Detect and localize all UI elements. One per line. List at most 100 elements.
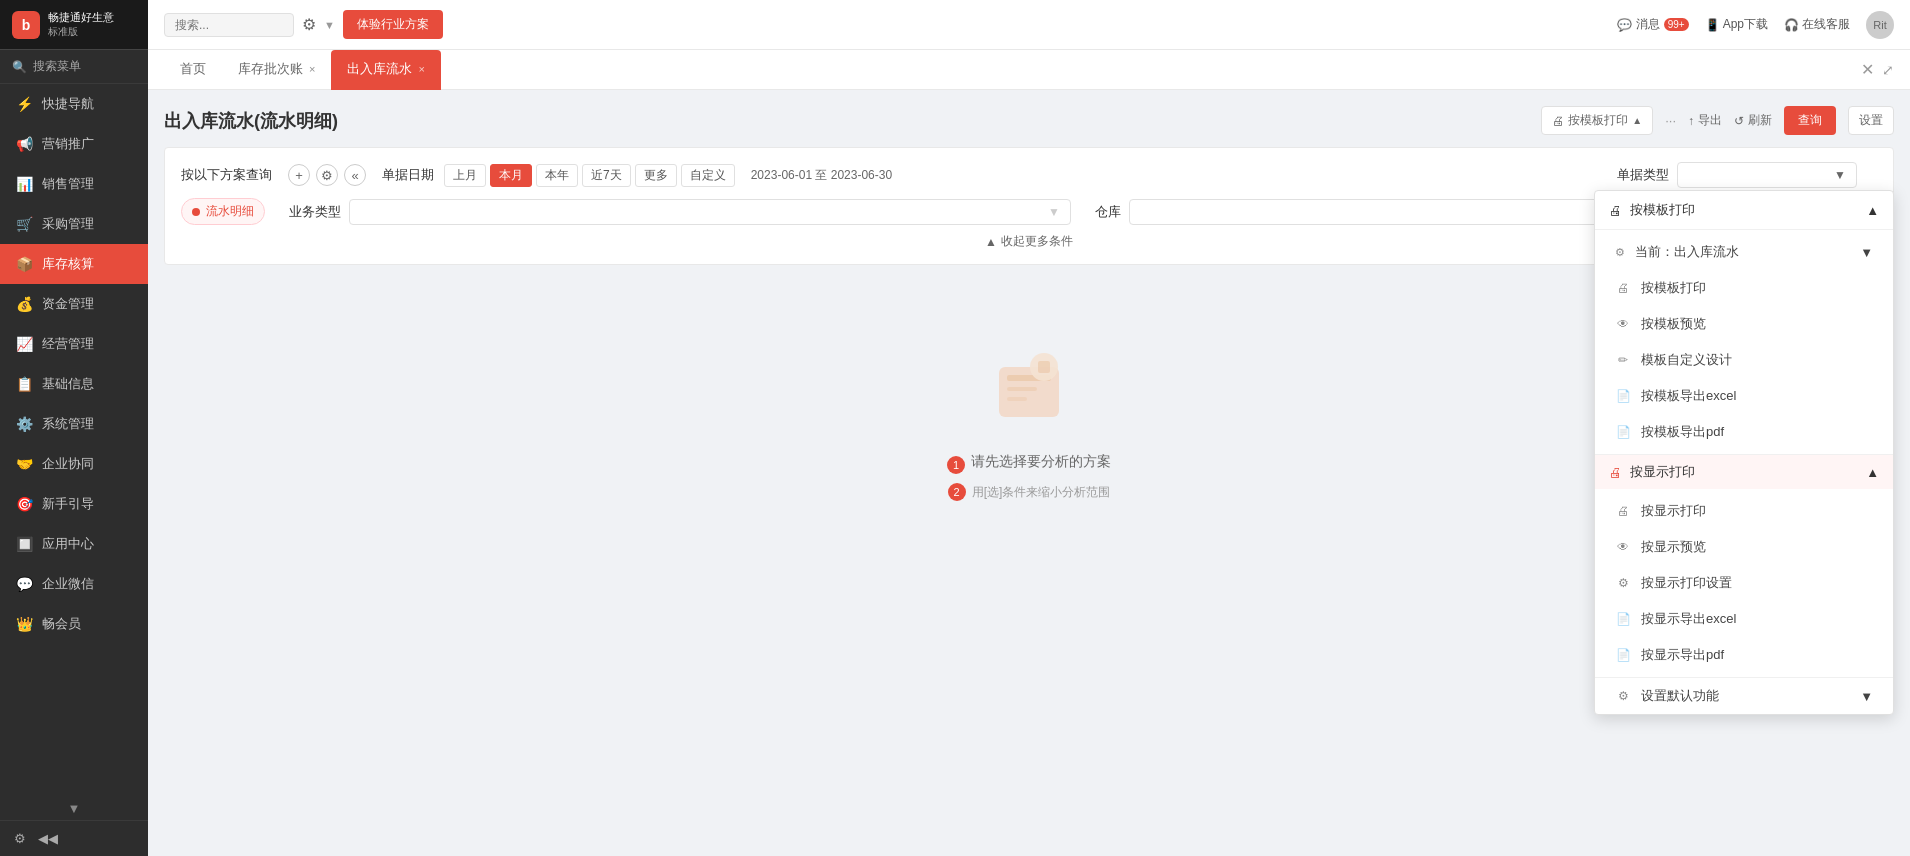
sidebar-item-marketing[interactable]: 📢 营销推广 xyxy=(0,124,148,164)
user-avatar[interactable]: Rit xyxy=(1866,11,1894,39)
sidebar-item-wechat[interactable]: 💬 企业微信 xyxy=(0,564,148,604)
customer-service-label: 在线客服 xyxy=(1802,16,1850,33)
sidebar-item-collab[interactable]: 🤝 企业协同 xyxy=(0,444,148,484)
svg-rect-2 xyxy=(1007,387,1037,391)
sidebar-item-finance[interactable]: 💰 资金管理 xyxy=(0,284,148,324)
settings-icon[interactable]: ⚙ xyxy=(14,831,26,846)
sidebar-search[interactable]: 🔍 搜索菜单 xyxy=(0,50,148,84)
sidebar-item-operations[interactable]: 📈 经营管理 xyxy=(0,324,148,364)
print-template-btn[interactable]: 🖨 按模板打印 ▲ xyxy=(1541,106,1653,135)
sidebar-item-sales[interactable]: 📊 销售管理 xyxy=(0,164,148,204)
tab-flow-close[interactable]: × xyxy=(418,63,424,75)
filter-collapse-btn[interactable]: « xyxy=(344,164,366,186)
sidebar-item-inventory[interactable]: 📦 库存核算 xyxy=(0,244,148,284)
sidebar-item-quick-nav[interactable]: ⚡ 快捷导航 xyxy=(0,84,148,124)
print-settings-display-label: 按显示打印设置 xyxy=(1641,574,1732,592)
filter-add-btn[interactable]: + xyxy=(288,164,310,186)
dropdown-preview-template[interactable]: 👁 按模板预览 xyxy=(1595,306,1893,342)
more-icon[interactable]: ··· xyxy=(1665,113,1676,128)
step2-num: 2 xyxy=(948,483,966,501)
warehouse-label: 仓库 xyxy=(1095,203,1121,221)
sidebar-item-basic[interactable]: 📋 基础信息 xyxy=(0,364,148,404)
dropdown-export-pdf-template[interactable]: 📄 按模板导出pdf xyxy=(1595,414,1893,450)
topbar-gear-icon[interactable]: ⚙ xyxy=(302,15,316,34)
sidebar-item-label: 基础信息 xyxy=(42,375,94,393)
tag-filter-label: 流水明细 xyxy=(206,203,254,220)
tab-batch-account-close[interactable]: × xyxy=(309,63,315,75)
tag-dot xyxy=(192,208,200,216)
dropdown-export-excel-display[interactable]: 📄 按显示导出excel xyxy=(1595,601,1893,637)
export-label: 导出 xyxy=(1698,112,1722,129)
export-btn[interactable]: ↑ 导出 xyxy=(1688,112,1722,129)
sidebar-item-purchase[interactable]: 🛒 采购管理 xyxy=(0,204,148,244)
dropdown-header[interactable]: 🖨 按模板打印 ▲ xyxy=(1595,191,1893,230)
customer-service-btn[interactable]: 🎧 在线客服 xyxy=(1784,16,1850,33)
export-pdf-template-label: 按模板导出pdf xyxy=(1641,423,1724,441)
eye-icon: 👁 xyxy=(1615,316,1631,332)
collapse-icon[interactable]: ◀◀ xyxy=(38,831,58,846)
dropdown-current-label: 当前：出入库流水 xyxy=(1635,243,1739,261)
refresh-btn[interactable]: ↺ 刷新 xyxy=(1734,112,1772,129)
date-btn-this-year[interactable]: 本年 xyxy=(536,164,578,187)
collab-icon: 🤝 xyxy=(14,456,34,472)
sidebar-item-vip[interactable]: 👑 畅会员 xyxy=(0,604,148,644)
app-download-label: App下载 xyxy=(1723,16,1768,33)
empty-step1: 1 请先选择要分析的方案 xyxy=(947,453,1111,477)
sidebar-item-apps[interactable]: 🔲 应用中心 xyxy=(0,524,148,564)
tab-batch-account[interactable]: 库存批次账 × xyxy=(222,50,331,90)
vip-icon: 👑 xyxy=(14,616,34,632)
date-btn-7days[interactable]: 近7天 xyxy=(582,164,631,187)
filter-settings-btn[interactable]: ⚙ xyxy=(316,164,338,186)
dropdown-custom-design[interactable]: ✏ 模板自定义设计 xyxy=(1595,342,1893,378)
sidebar-item-guide[interactable]: 🎯 新手引导 xyxy=(0,484,148,524)
dropdown-export-pdf-display[interactable]: 📄 按显示导出pdf xyxy=(1595,637,1893,673)
marketing-icon: 📢 xyxy=(14,136,34,152)
logo-icon: b xyxy=(12,11,40,39)
tab-expand-icon[interactable]: ⤢ xyxy=(1882,62,1894,78)
tab-flow[interactable]: 出入库流水 × xyxy=(331,50,440,90)
chevron-up-icon: ▲ xyxy=(1632,115,1642,126)
notification-badge: 99+ xyxy=(1664,18,1689,31)
date-btn-more[interactable]: 更多 xyxy=(635,164,677,187)
bill-type-label: 单据类型 xyxy=(1617,166,1669,184)
page-header: 出入库流水(流水明细) 🖨 按模板打印 ▲ ··· ↑ 导出 ↺ 刷新 查询 设… xyxy=(164,106,1894,135)
dropdown-current[interactable]: ⚙ 当前：出入库流水 ▼ xyxy=(1595,234,1893,270)
empty-step2: 2 用[选]条件来缩小分析范围 xyxy=(948,483,1111,501)
tab-close-all-icon[interactable]: ✕ xyxy=(1861,60,1874,79)
main-content: ⚙ ▼ 体验行业方案 💬 消息 99+ 📱 App下载 🎧 在线客服 Rit xyxy=(148,0,1910,856)
date-btn-this-month[interactable]: 本月 xyxy=(490,164,532,187)
settings-btn[interactable]: 设置 xyxy=(1848,106,1894,135)
dropdown-print-template[interactable]: 🖨 按模板打印 xyxy=(1595,270,1893,306)
chevron-up-icon: ▲ xyxy=(985,235,997,249)
dropdown-export-excel-template[interactable]: 📄 按模板导出excel xyxy=(1595,378,1893,414)
tab-flow-label: 出入库流水 xyxy=(347,60,412,78)
bill-type-select[interactable]: ▼ xyxy=(1677,162,1857,188)
tag-filter[interactable]: 流水明细 xyxy=(181,198,265,225)
biz-type-input[interactable]: ▼ xyxy=(349,199,1071,225)
date-btn-custom[interactable]: 自定义 xyxy=(681,164,735,187)
topbar-right: 💬 消息 99+ 📱 App下载 🎧 在线客服 Rit xyxy=(1617,11,1894,39)
notification-btn[interactable]: 💬 消息 99+ xyxy=(1617,16,1689,33)
sidebar-scroll-down[interactable]: ▼ xyxy=(0,797,148,820)
current-expand-icon: ▼ xyxy=(1860,245,1873,260)
trial-btn[interactable]: 体验行业方案 xyxy=(343,10,443,39)
default-fn-icon: ⚙ xyxy=(1615,688,1631,704)
printer-icon: 🖨 xyxy=(1552,114,1564,128)
tab-home[interactable]: 首页 xyxy=(164,50,222,90)
sidebar-item-system[interactable]: ⚙️ 系统管理 xyxy=(0,404,148,444)
dropdown-print-settings-display[interactable]: ⚙ 按显示打印设置 xyxy=(1595,565,1893,601)
search-icon: 🔍 xyxy=(12,60,27,74)
sidebar-item-label: 营销推广 xyxy=(42,135,94,153)
dropdown-print-display[interactable]: 🖨 按显示打印 xyxy=(1595,493,1893,529)
dropdown-display-section-header[interactable]: 🖨 按显示打印 ▲ xyxy=(1595,455,1893,489)
print-display-icon: 🖨 xyxy=(1615,503,1631,519)
app-download-btn[interactable]: 📱 App下载 xyxy=(1705,16,1768,33)
dropdown-default-fn[interactable]: ⚙ 设置默认功能 ▼ xyxy=(1595,678,1893,714)
breadcrumb-input[interactable] xyxy=(164,13,294,37)
query-btn[interactable]: 查询 xyxy=(1784,106,1836,135)
date-btn-last-month[interactable]: 上月 xyxy=(444,164,486,187)
excel-display-icon: 📄 xyxy=(1615,611,1631,627)
headset-icon: 🎧 xyxy=(1784,18,1799,32)
topbar: ⚙ ▼ 体验行业方案 💬 消息 99+ 📱 App下载 🎧 在线客服 Rit xyxy=(148,0,1910,50)
dropdown-preview-display[interactable]: 👁 按显示预览 xyxy=(1595,529,1893,565)
